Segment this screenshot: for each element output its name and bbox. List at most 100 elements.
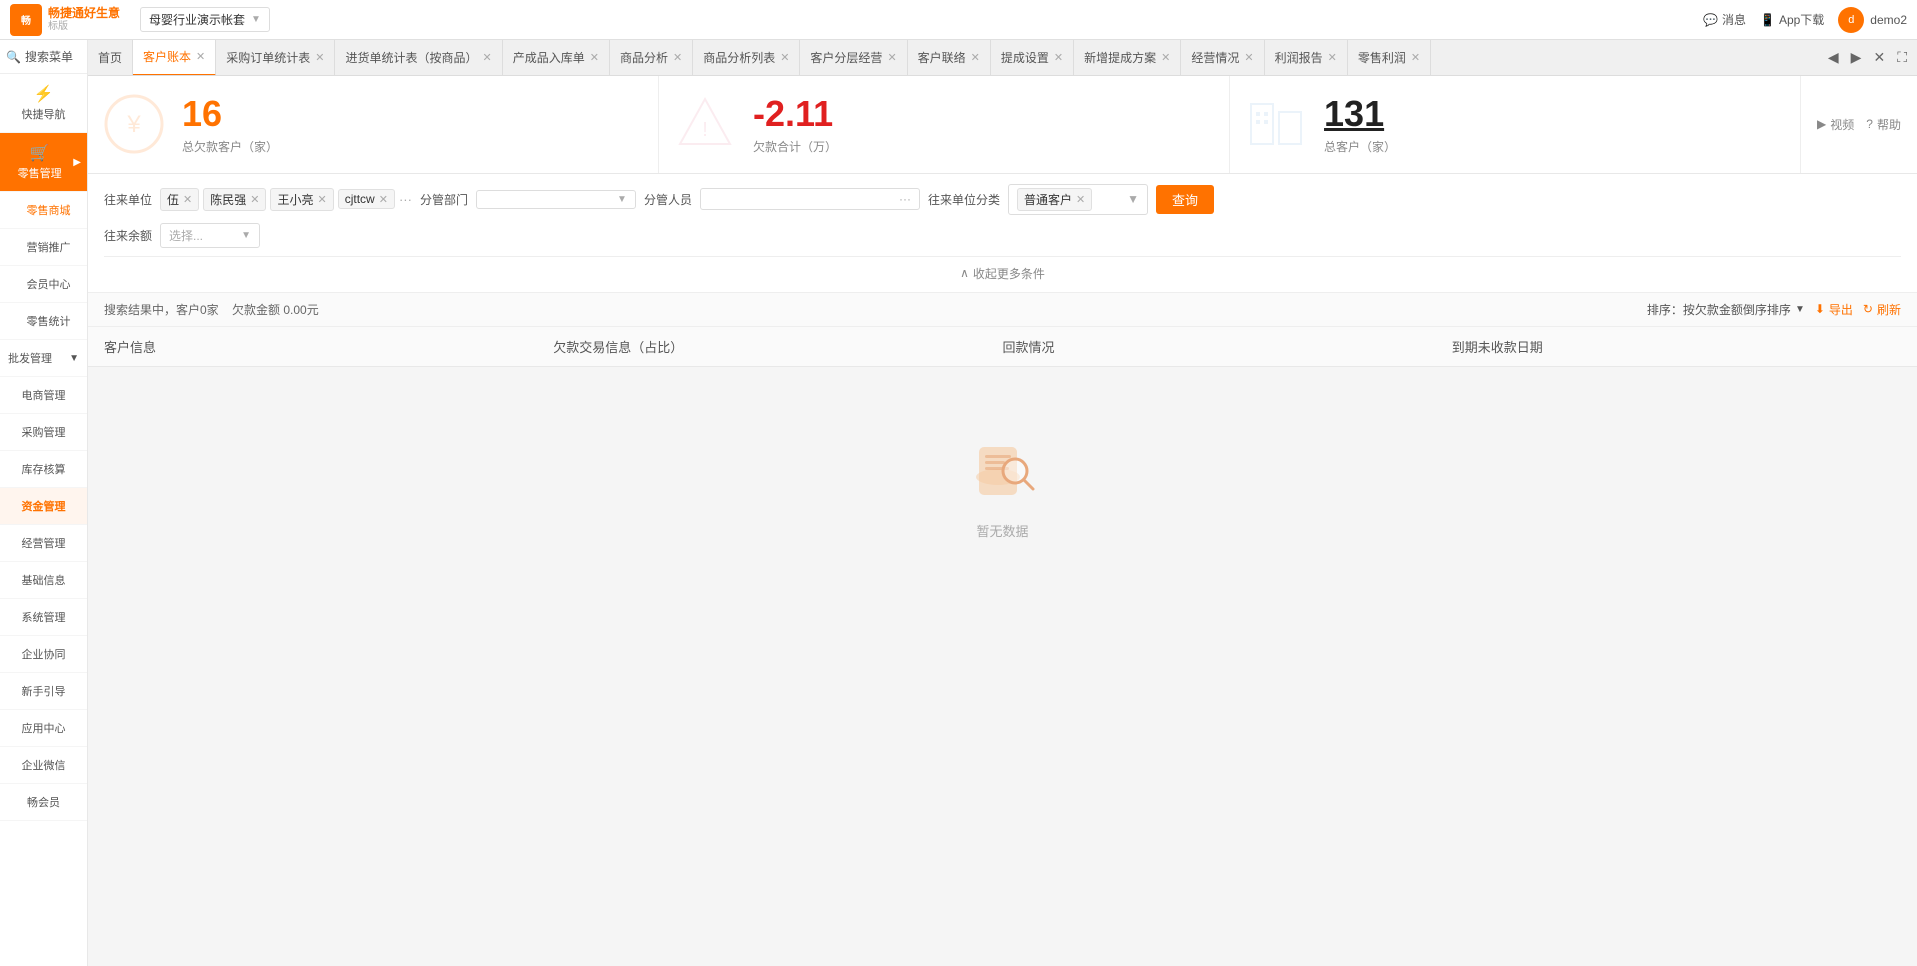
tab-bar: 首页 客户账本 ✕ 采购订单统计表 ✕ 进货单统计表（按商品） ✕ 产成品入库单… — [88, 40, 1917, 76]
empty-illustration — [963, 427, 1043, 507]
sidebar-item-enterprise[interactable]: 企业协同 — [0, 636, 87, 673]
tab-inbound-stat[interactable]: 进货单统计表（按商品） ✕ — [335, 40, 502, 76]
tab-retail-profit[interactable]: 零售利润 ✕ — [1348, 40, 1431, 76]
video-icon: ▶ — [1817, 117, 1826, 131]
sidebar-item-ecom[interactable]: 电商管理 — [0, 377, 87, 414]
user-area[interactable]: d demo2 — [1838, 7, 1907, 33]
sidebar-item-capital[interactable]: 资金管理 — [0, 488, 87, 525]
tab-close-icon[interactable]: ✕ — [673, 51, 682, 64]
tab-close-all-button[interactable]: ✕ — [1869, 47, 1889, 68]
col-header-date: 到期未收款日期 — [1452, 337, 1901, 356]
sidebar-item-wholesale[interactable]: 批发管理 ▼ — [0, 340, 87, 377]
refresh-button[interactable]: ↻ 刷新 — [1863, 301, 1901, 318]
sidebar-item-retail-mall[interactable]: 零售商城 — [0, 192, 87, 229]
tab-close-icon[interactable]: ✕ — [590, 51, 599, 64]
help-icon: ? — [1866, 117, 1873, 131]
stat-card-total-all-customers: 131 总客户（家） — [1230, 76, 1801, 173]
sidebar-item-system[interactable]: 系统管理 — [0, 599, 87, 636]
chevron-down-icon: ▼ — [617, 194, 627, 205]
main-content: ¥ 16 总欠款客户（家） ! — [88, 76, 1917, 966]
tab-new-commission[interactable]: 新增提成方案 ✕ — [1074, 40, 1181, 76]
tab-operation[interactable]: 经营情况 ✕ — [1181, 40, 1264, 76]
svg-text:畅: 畅 — [21, 14, 31, 27]
sort-button[interactable]: 排序：按欠款金额倒序排序 ▼ — [1647, 301, 1805, 318]
tab-commission-setting[interactable]: 提成设置 ✕ — [991, 40, 1074, 76]
sidebar-item-retail[interactable]: 🛒 零售管理 ▶ — [0, 133, 87, 192]
tab-close-icon[interactable]: ✕ — [1328, 51, 1337, 64]
tab-close-icon[interactable]: ✕ — [1411, 51, 1420, 64]
tab-next-button[interactable]: ▶ — [1847, 47, 1866, 68]
export-button[interactable]: ⬇ 导出 — [1815, 301, 1853, 318]
sidebar-item-appcenter[interactable]: 应用中心 — [0, 710, 87, 747]
tab-close-icon[interactable]: ✕ — [780, 51, 789, 64]
filter-label-classify: 往来单位分类 — [928, 191, 1000, 208]
query-button[interactable]: 查询 — [1156, 185, 1214, 214]
filter-tag-cjttcw[interactable]: cjttcw ✕ — [338, 189, 395, 209]
sidebar-item-search[interactable]: 🔍 搜索菜单 — [0, 40, 87, 74]
tab-prev-button[interactable]: ◀ — [1824, 47, 1843, 68]
sidebar-item-inventory[interactable]: 库存核算 — [0, 451, 87, 488]
collapse-button[interactable]: ∧ 收起更多条件 — [950, 265, 1055, 282]
message-button[interactable]: 💬 消息 — [1703, 11, 1746, 28]
help-area: ▶ 视频 ? 帮助 — [1801, 76, 1917, 173]
stat-card-debt-total: ! -2.11 欠款合计（万） — [659, 76, 1230, 173]
sidebar-item-retail-stat[interactable]: 零售统计 — [0, 303, 87, 340]
video-button[interactable]: ▶ 视频 — [1817, 116, 1854, 133]
sidebar-item-marketing[interactable]: 营销推广 — [0, 229, 87, 266]
logo-icon: 畅 — [10, 4, 42, 36]
help-button[interactable]: ? 帮助 — [1866, 116, 1901, 133]
sidebar-item-member[interactable]: 会员中心 — [0, 266, 87, 303]
sidebar-item-wechat[interactable]: 企业微信 — [0, 747, 87, 784]
remove-icon[interactable]: ✕ — [379, 193, 388, 206]
remove-icon[interactable]: ✕ — [250, 193, 259, 206]
filter-more-icon[interactable]: ··· — [399, 192, 412, 207]
tab-close-icon[interactable]: ✕ — [1054, 51, 1063, 64]
remove-icon[interactable]: ✕ — [1076, 193, 1085, 206]
sidebar-item-vip[interactable]: 畅会员 — [0, 784, 87, 821]
person-input[interactable]: ··· — [700, 188, 920, 210]
chevron-down-icon: ▼ — [241, 230, 251, 241]
filter-tag-wangxiaoliang[interactable]: 王小亮 ✕ — [270, 188, 333, 211]
dept-select[interactable]: ▼ — [476, 190, 636, 209]
tab-home[interactable]: 首页 — [88, 40, 133, 76]
tab-close-icon[interactable]: ✕ — [483, 51, 492, 64]
filter-tag-wu[interactable]: 伍 ✕ — [160, 188, 199, 211]
tab-product-analysis-list[interactable]: 商品分析列表 ✕ — [693, 40, 800, 76]
tab-product-analysis[interactable]: 商品分析 ✕ — [610, 40, 693, 76]
tab-close-icon[interactable]: ✕ — [315, 51, 324, 64]
tab-purchase-order-stat[interactable]: 采购订单统计表 ✕ — [216, 40, 335, 76]
sidebar-item-newbie[interactable]: 新手引导 — [0, 673, 87, 710]
remove-icon[interactable]: ✕ — [183, 193, 192, 206]
stat-value-debt: -2.11 — [753, 94, 1205, 134]
empty-text: 暂无数据 — [976, 521, 1028, 540]
tab-close-icon[interactable]: ✕ — [971, 51, 980, 64]
tab-profit-report[interactable]: 利润报告 ✕ — [1265, 40, 1348, 76]
classify-tag[interactable]: 普通客户 ✕ — [1017, 188, 1092, 211]
tab-close-icon[interactable]: ✕ — [1244, 51, 1253, 64]
app-download-button[interactable]: 📱 App下载 — [1760, 11, 1824, 28]
tab-close-icon[interactable]: ✕ — [196, 50, 205, 63]
col-header-debt: 欠款交易信息（占比） — [553, 337, 1002, 356]
chevron-right-icon: ▶ — [73, 157, 81, 168]
sidebar-item-operation[interactable]: 经营管理 — [0, 525, 87, 562]
filter-label-balance: 往来余额 — [104, 227, 152, 244]
empty-state: 暂无数据 — [88, 367, 1917, 600]
tab-product-inbound[interactable]: 产成品入库单 ✕ — [503, 40, 610, 76]
tab-maximize-button[interactable]: ⛶ — [1893, 47, 1911, 68]
sidebar-item-basic[interactable]: 基础信息 — [0, 562, 87, 599]
filter-tag-chenminqiang[interactable]: 陈民强 ✕ — [203, 188, 266, 211]
username: demo2 — [1870, 13, 1907, 27]
tab-customer-contact[interactable]: 客户联络 ✕ — [908, 40, 991, 76]
tab-close-icon[interactable]: ✕ — [887, 51, 896, 64]
tab-close-icon[interactable]: ✕ — [1161, 51, 1170, 64]
table-header: 客户信息 欠款交易信息（占比） 回款情况 到期未收款日期 — [88, 327, 1917, 367]
classify-select[interactable]: 普通客户 ✕ ▼ — [1008, 184, 1148, 215]
tab-customer-account[interactable]: 客户账本 ✕ — [133, 40, 216, 76]
balance-input[interactable]: 选择... ▼ — [160, 223, 260, 248]
tab-customer-layer[interactable]: 客户分层经营 ✕ — [800, 40, 907, 76]
remove-icon[interactable]: ✕ — [318, 193, 327, 206]
sidebar-item-quick[interactable]: ⚡ 快捷导航 — [0, 74, 87, 133]
sidebar-item-purchase[interactable]: 采购管理 — [0, 414, 87, 451]
chevron-down-icon: ▼ — [251, 14, 261, 25]
account-selector[interactable]: 母婴行业演示帐套 ▼ — [140, 7, 270, 32]
